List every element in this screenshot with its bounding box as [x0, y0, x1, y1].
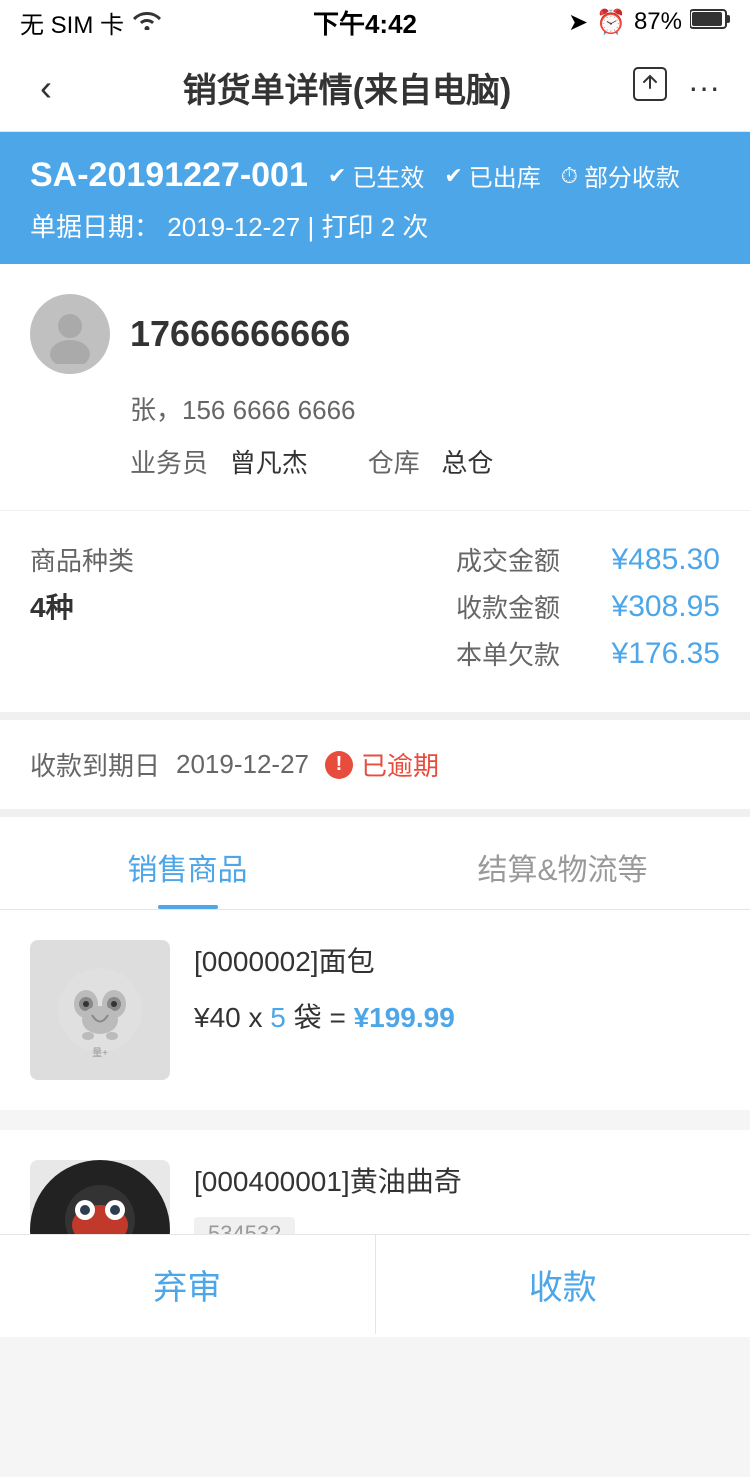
sim-status: 无 SIM 卡	[20, 5, 124, 40]
header-banner: SA-20191227-001 ✔ 已生效 ✔ 已出库 ⏱ 部分收款 单据日期：…	[0, 132, 750, 264]
summary-section: 商品种类 4种 成交金额 ¥485.30 收款金额 ¥308.95 本单欠款 ¥…	[0, 511, 750, 720]
warehouse-info: 仓库 总仓	[368, 443, 494, 480]
tabs: 销售商品 结算&物流等	[0, 817, 750, 909]
abandon-review-button[interactable]: 弃审	[0, 1235, 376, 1334]
tab-settlement[interactable]: 结算&物流等	[375, 817, 750, 909]
battery-level: 87%	[634, 8, 682, 36]
overdue-badge: ! 已逾期	[325, 746, 439, 783]
due-label: 收款到期日	[30, 746, 160, 783]
product-price-1: ¥40 x 5 袋 = ¥199.99	[194, 996, 720, 1036]
customer-name: 张，156 6666 6666	[130, 390, 720, 427]
page-title: 销货单详情(来自电脑)	[62, 63, 632, 112]
nav-bar: ‹ 销货单详情(来自电脑) ···	[0, 44, 750, 132]
overdue-icon: !	[325, 751, 353, 779]
alarm-icon: ⏰	[596, 8, 626, 37]
list-item: 量+ [0000002]面包 ¥40 x 5 袋 = ¥199.99	[0, 910, 750, 1110]
product-info-1: [0000002]面包 ¥40 x 5 袋 = ¥199.99	[194, 940, 720, 1080]
location-icon: ➤	[568, 8, 588, 37]
status-time: 下午4:42	[313, 4, 417, 41]
customer-phone: 17666666666	[130, 313, 350, 355]
customer-section: 17666666666 张，156 6666 6666 业务员 曾凡杰 仓库 总…	[0, 264, 750, 511]
back-button[interactable]: ‹	[30, 57, 62, 119]
order-id-row: SA-20191227-001 ✔ 已生效 ✔ 已出库 ⏱ 部分收款	[30, 156, 720, 195]
due-date: 2019-12-27	[176, 749, 309, 780]
share-icon[interactable]	[632, 66, 668, 110]
due-section: 收款到期日 2019-12-27 ! 已逾期	[0, 720, 750, 817]
order-id: SA-20191227-001	[30, 156, 308, 195]
tabs-section: 销售商品 结算&物流等	[0, 817, 750, 910]
collect-payment-button[interactable]: 收款	[376, 1235, 750, 1334]
battery-icon	[690, 8, 730, 37]
product-image-1: 量+	[30, 940, 170, 1080]
customer-meta: 业务员 曾凡杰 仓库 总仓	[130, 443, 720, 480]
salesman-info: 业务员 曾凡杰	[130, 443, 308, 480]
wifi-icon	[132, 8, 162, 37]
order-date-row: 单据日期： 2019-12-27 | 打印 2 次	[30, 207, 720, 244]
received-amount-row: 收款金额 ¥308.95	[456, 588, 720, 625]
status-right: ➤ ⏰ 87%	[568, 8, 730, 37]
product-name-1: [0000002]面包	[194, 940, 720, 980]
svg-text:量+: 量+	[92, 1047, 108, 1059]
status-bar: 无 SIM 卡 下午4:42 ➤ ⏰ 87%	[0, 0, 750, 44]
nav-right-actions: ···	[632, 66, 720, 110]
amounts: 成交金额 ¥485.30 收款金额 ¥308.95 本单欠款 ¥176.35	[456, 541, 720, 682]
status-partial: ⏱ 部分收款	[561, 158, 680, 193]
product-name-2: [000400001]黄油曲奇	[194, 1160, 720, 1200]
product-count: 商品种类 4种	[30, 541, 134, 626]
status-left: 无 SIM 卡	[20, 5, 162, 40]
overdue-text: 已逾期	[361, 746, 439, 783]
avatar	[30, 294, 110, 374]
more-icon[interactable]: ···	[688, 69, 720, 106]
status-shipped: ✔ 已出库	[444, 158, 540, 193]
owed-amount-row: 本单欠款 ¥176.35	[456, 635, 720, 672]
bottom-bar: 弃审 收款	[0, 1234, 750, 1334]
deal-amount-row: 成交金额 ¥485.30	[456, 541, 720, 578]
status-active: ✔ 已生效	[328, 158, 424, 193]
tab-sales-products[interactable]: 销售商品	[0, 817, 375, 909]
customer-row: 17666666666	[30, 294, 720, 374]
